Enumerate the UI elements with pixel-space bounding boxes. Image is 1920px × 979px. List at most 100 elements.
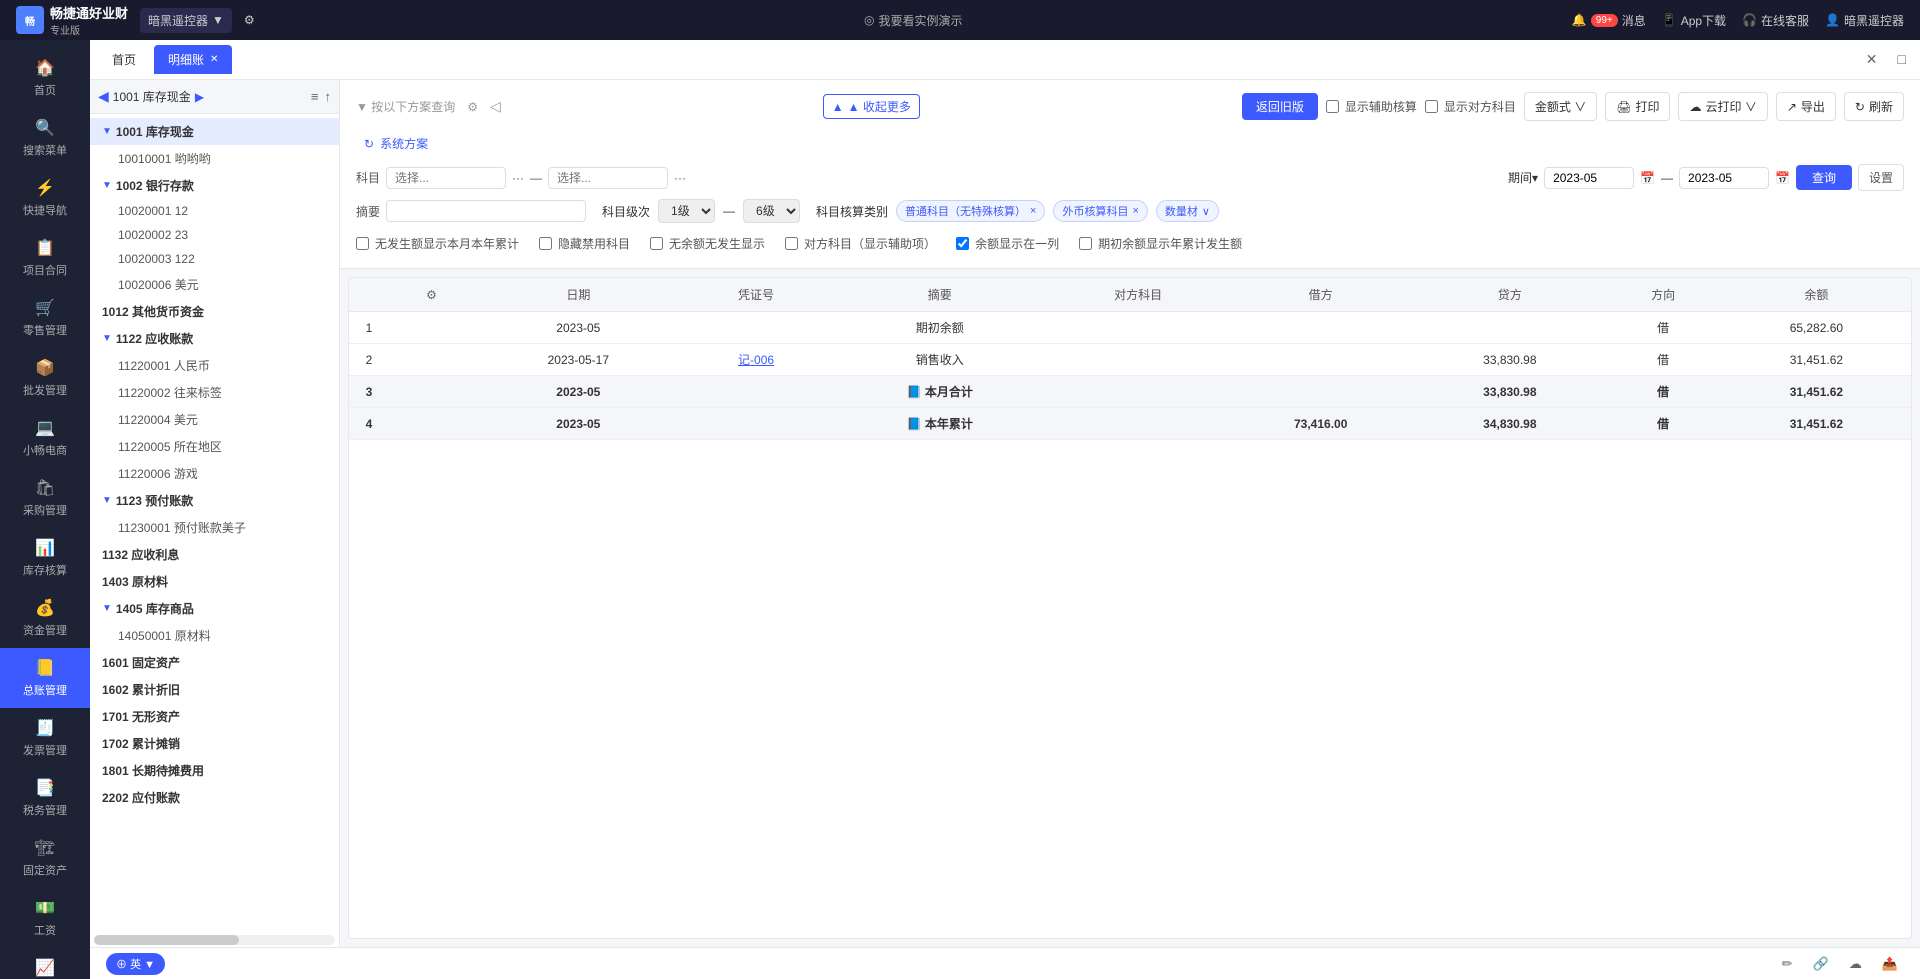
balance-one-col-check-input[interactable] (956, 237, 969, 250)
online-service-btn[interactable]: 🎧 在线客服 (1742, 12, 1809, 29)
sidebar-item-quick-nav[interactable]: ⚡ 快捷导航 (0, 168, 90, 228)
refresh-btn[interactable]: ↻ 刷新 (1844, 92, 1904, 121)
no-remain-check-input[interactable] (650, 237, 663, 250)
return-old-btn[interactable]: 返回旧版 (1242, 93, 1318, 120)
demo-link[interactable]: ◎ 我要看实例演示 (864, 12, 963, 29)
nav-arrow-icon[interactable]: ◀ (98, 88, 109, 105)
sidebar-item-invoice[interactable]: 🧾 发票管理 (0, 708, 90, 768)
expand-collapse-btn[interactable]: ▲ ▲ 收起更多 (823, 94, 920, 119)
sidebar-item-retail[interactable]: 🛒 零售管理 (0, 288, 90, 348)
period-calendar-icon[interactable]: 📅 (1640, 171, 1655, 185)
account-item[interactable]: 10020006 美元 (90, 271, 339, 298)
hide-disabled-checkbox[interactable]: 隐藏禁用科目 (539, 235, 630, 252)
balance-one-col-checkbox[interactable]: 余额显示在一列 (956, 235, 1059, 252)
account-item[interactable]: 1801 长期待摊费用 (90, 757, 339, 784)
initial-balance-checkbox[interactable]: 期初余额显示年累计发生额 (1079, 235, 1242, 252)
tag-close-icon[interactable]: × (1132, 205, 1138, 217)
print-btn[interactable]: 🖨 打印 (1605, 92, 1670, 121)
cloud-icon[interactable]: ☁ (1843, 954, 1868, 974)
query-btn[interactable]: 查询 (1796, 165, 1852, 190)
tab-close-icon[interactable]: ✕ (1860, 49, 1884, 70)
account-item[interactable]: 11220002 往来标签 (90, 379, 339, 406)
subject-end-input[interactable] (548, 167, 668, 189)
subject-level-from-select[interactable]: 1级2级3级 (658, 199, 715, 223)
user-avatar[interactable]: 👤 暗黑遥控器 (1825, 12, 1904, 29)
counterpart-check-input[interactable] (785, 237, 798, 250)
sidebar-item-inventory[interactable]: 📊 库存核算 (0, 528, 90, 588)
sidebar-item-project[interactable]: 📋 项目合同 (0, 228, 90, 288)
tab-close-btn[interactable]: ✕ (210, 54, 218, 65)
no-balance-checkbox[interactable]: 无发生额显示本月本年累计 (356, 235, 519, 252)
account-item[interactable]: 11230001 预付账款美子 (90, 514, 339, 541)
settings-btn[interactable]: ⚙ (244, 13, 255, 27)
counterpart-checkbox[interactable]: 对方科目（显示辅助项） (785, 235, 936, 252)
account-item[interactable]: 2202 应付账款 (90, 784, 339, 811)
notification-btn[interactable]: 🔔 99+ 消息 (1572, 12, 1646, 29)
account-item[interactable]: ▼ 1001 库存现金 (90, 118, 339, 145)
account-item[interactable]: 1601 固定资产 (90, 649, 339, 676)
tag-expand-icon[interactable]: ∨ (1202, 205, 1210, 218)
show-aux-checkbox[interactable]: 显示辅助核算 (1326, 98, 1417, 115)
account-item[interactable]: 11220005 所在地区 (90, 433, 339, 460)
export-btn[interactable]: ↗ 导出 (1776, 92, 1836, 121)
sidebar-item-fixed-assets[interactable]: 🏗 固定资产 (0, 828, 90, 888)
tab-maximize-icon[interactable]: □ (1892, 49, 1912, 70)
account-item[interactable]: ▼ 1002 银行存款 (90, 172, 339, 199)
tag-close-icon[interactable]: × (1030, 205, 1036, 217)
account-item[interactable]: 10010001 哟哟哟 (90, 145, 339, 172)
account-item[interactable]: 11220004 美元 (90, 406, 339, 433)
collapse-icon[interactable]: ◁ (490, 98, 501, 115)
sidebar-item-ecom[interactable]: 💻 小畅电商 (0, 408, 90, 468)
sidebar-item-ledger[interactable]: 📒 总账管理 (0, 648, 90, 708)
account-item[interactable]: 1701 无形资产 (90, 703, 339, 730)
show-subject-checkbox[interactable]: 显示对方科目 (1425, 98, 1516, 115)
account-item[interactable]: ▼ 1405 库存商品 (90, 595, 339, 622)
show-subject-check-input[interactable] (1425, 100, 1438, 113)
account-item[interactable]: 1132 应收利息 (90, 541, 339, 568)
subject-level-to-select[interactable]: 6级5级4级 (743, 199, 800, 223)
format-btn[interactable]: 金额式 ∨ (1524, 92, 1597, 121)
setting-btn[interactable]: 设置 (1858, 164, 1904, 191)
settings-col-header[interactable]: ⚙ (389, 278, 474, 312)
account-item[interactable]: 1012 其他货币资金 (90, 298, 339, 325)
account-item[interactable]: 10020003 122 (90, 247, 339, 271)
tree-scrollbar[interactable] (94, 935, 335, 945)
account-item[interactable]: 11220001 人民币 (90, 352, 339, 379)
account-item[interactable]: 1403 原材料 (90, 568, 339, 595)
initial-balance-check-input[interactable] (1079, 237, 1092, 250)
account-item[interactable]: 1602 累计折旧 (90, 676, 339, 703)
account-item[interactable]: 1702 累计摊销 (90, 730, 339, 757)
account-item[interactable]: 14050001 原材料 (90, 622, 339, 649)
sidebar-item-salary[interactable]: 💵 工资 (0, 888, 90, 948)
period-end-calendar-icon[interactable]: 📅 (1775, 171, 1790, 185)
tab-home[interactable]: 首页 (98, 45, 150, 74)
tab-detail[interactable]: 明细账 ✕ (154, 45, 232, 74)
sidebar-item-wholesale[interactable]: 📦 批发管理 (0, 348, 90, 408)
filter-settings-icon[interactable]: ⚙ (467, 100, 478, 114)
hide-disabled-check-input[interactable] (539, 237, 552, 250)
company-selector[interactable]: 暗黑遥控器 ▼ (140, 8, 232, 33)
account-item[interactable]: 11220006 游戏 (90, 460, 339, 487)
system-scheme-item[interactable]: ↻ 系统方案 (356, 131, 436, 156)
nav-next-icon[interactable]: ▶ (195, 90, 204, 104)
cloud-print-btn[interactable]: ☁ 云打印 ∨ (1678, 92, 1767, 121)
no-balance-check-input[interactable] (356, 237, 369, 250)
account-item[interactable]: ▼ 1122 应收账款 (90, 325, 339, 352)
tag-normal-subject[interactable]: 普通科目（无特殊核算） × (896, 200, 1045, 222)
tree-up-icon[interactable]: ↑ (325, 89, 332, 104)
edit-icon[interactable]: ✏ (1776, 954, 1799, 974)
period-start-input[interactable] (1544, 167, 1634, 189)
voucher-link[interactable]: 记-006 (738, 353, 774, 367)
show-aux-check-input[interactable] (1326, 100, 1339, 113)
tag-foreign-subject[interactable]: 外币核算科目 × (1053, 200, 1147, 222)
tree-menu-icon[interactable]: ≡ (311, 89, 319, 104)
sidebar-item-tax[interactable]: 📑 税务管理 (0, 768, 90, 828)
sidebar-item-search[interactable]: 🔍 搜索菜单 (0, 108, 90, 168)
sidebar-item-operations[interactable]: 📈 经营管理 (0, 948, 90, 979)
sidebar-item-purchase[interactable]: 🛍 采购管理 (0, 468, 90, 528)
upload-icon[interactable]: 📤 (1876, 954, 1904, 974)
account-item[interactable]: 10020002 23 (90, 223, 339, 247)
period-end-input[interactable] (1679, 167, 1769, 189)
summary-input[interactable] (386, 200, 586, 222)
account-item[interactable]: 10020001 12 (90, 199, 339, 223)
